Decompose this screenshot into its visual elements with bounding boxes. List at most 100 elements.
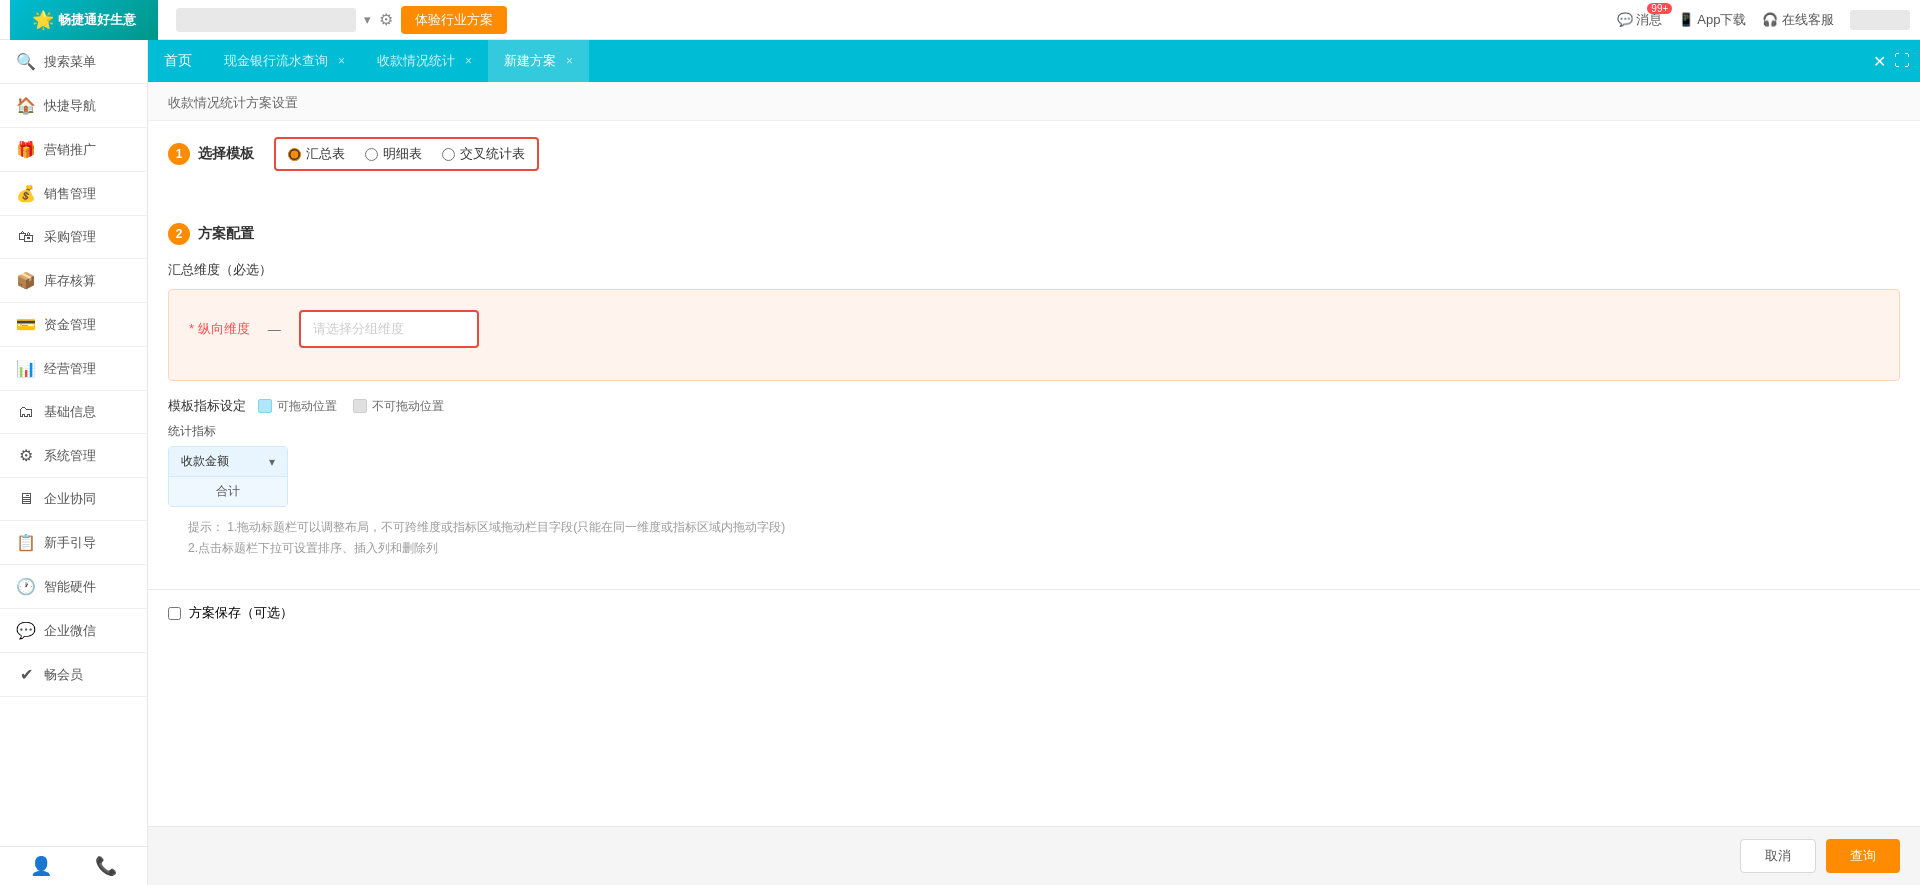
download-icon: 📱 (1678, 12, 1694, 27)
tab-bar-right: ✕ ⛶ (1873, 52, 1920, 71)
sidebar-item-enterprise-collab[interactable]: 🖥 企业协同 (0, 478, 147, 521)
sidebar-label-base-info: 基础信息 (44, 403, 96, 421)
radio-crosstab-label: 交叉统计表 (460, 145, 525, 163)
search-bar[interactable] (176, 8, 356, 32)
tab-cash-bank-close[interactable]: × (338, 54, 345, 68)
message-icon: 💬 (1617, 12, 1633, 27)
radio-detail[interactable]: 明细表 (365, 145, 422, 163)
sidebar-label-inventory: 库存核算 (44, 272, 96, 290)
tab-collection-stat[interactable]: 收款情况统计 × (361, 40, 488, 82)
sidebar-item-sales[interactable]: 💰 销售管理 (0, 172, 147, 216)
footer-save: 方案保存（可选） (148, 589, 1920, 636)
tab-cash-bank[interactable]: 现金银行流水查询 × (208, 40, 361, 82)
sidebar-label-smart-hardware: 智能硬件 (44, 578, 96, 596)
notification-label: 消息 (1636, 12, 1662, 27)
sidebar-bottom-icon1[interactable]: 👤 (30, 855, 52, 877)
online-service[interactable]: 🎧 在线客服 (1762, 11, 1834, 29)
app-download[interactable]: 📱 App下载 (1678, 11, 1746, 29)
page-header: 收款情况统计方案设置 (148, 82, 1920, 121)
sidebar: 🔍 搜索菜单 🏠 快捷导航 🎁 营销推广 💰 销售管理 🛍 采购管理 📦 库存核… (0, 40, 148, 885)
sidebar-item-enterprise-wechat[interactable]: 💬 企业微信 (0, 609, 147, 653)
step1-section: 1 选择模板 汇总表 明细表 (148, 121, 1920, 203)
service-label: 在线客服 (1782, 12, 1834, 27)
radio-summary-label: 汇总表 (306, 145, 345, 163)
tips-section: 提示： 1.拖动标题栏可以调整布局，不可跨维度或指标区域拖动栏目字段(只能在同一… (168, 507, 1900, 573)
page-content: 收款情况统计方案设置 1 选择模板 汇总表 (148, 82, 1920, 826)
sidebar-label-newbie-guide: 新手引导 (44, 534, 96, 552)
tab-new-scheme-close[interactable]: × (566, 54, 573, 68)
sidebar-item-member[interactable]: ✔ 畅会员 (0, 653, 147, 697)
radio-crosstab[interactable]: 交叉统计表 (442, 145, 525, 163)
sidebar-label-search-menu: 搜索菜单 (44, 53, 96, 71)
sidebar-label-system: 系统管理 (44, 447, 96, 465)
dropdown-icon[interactable]: ▾ (364, 12, 371, 27)
sidebar-label-quick-nav: 快捷导航 (44, 97, 96, 115)
sidebar-bottom-icon2[interactable]: 📞 (95, 855, 117, 877)
radio-detail-label: 明细表 (383, 145, 422, 163)
sidebar-item-search-menu[interactable]: 🔍 搜索菜单 (0, 40, 147, 84)
step1-row: 1 选择模板 汇总表 明细表 (168, 137, 1900, 171)
page-inner: 收款情况统计方案设置 1 选择模板 汇总表 (148, 82, 1920, 826)
dimension-section: 汇总维度（必选） * 纵向维度 — 请选择分组维度 (168, 261, 1900, 381)
user-avatar[interactable] (1850, 10, 1910, 30)
dim-selector[interactable]: 请选择分组维度 (299, 310, 479, 348)
download-label: App下载 (1697, 12, 1746, 27)
sidebar-item-smart-hardware[interactable]: 🕐 智能硬件 (0, 565, 147, 609)
tab-collection-stat-close[interactable]: × (465, 54, 472, 68)
draggable-label: 可拖动位置 (277, 398, 337, 415)
sidebar-label-enterprise-wechat: 企业微信 (44, 622, 96, 640)
cancel-button[interactable]: 取消 (1740, 839, 1816, 873)
tab-home[interactable]: 首页 (148, 40, 208, 82)
radio-summary[interactable]: 汇总表 (288, 145, 345, 163)
metrics-table-header[interactable]: 收款金额 ▾ (169, 447, 287, 477)
system-icon: ⚙ (16, 446, 36, 465)
sidebar-label-marketing: 营销推广 (44, 141, 96, 159)
sidebar-item-finance[interactable]: 💳 资金管理 (0, 303, 147, 347)
sidebar-item-base-info[interactable]: 🗂 基础信息 (0, 391, 147, 434)
sidebar-label-operations: 经营管理 (44, 360, 96, 378)
trial-industry-btn[interactable]: 体验行业方案 (401, 6, 507, 34)
dimension-area: * 纵向维度 — 请选择分组维度 (168, 289, 1900, 381)
header-left: 🌟 畅捷通好生意 ▾ ⚙ 体验行业方案 (10, 0, 507, 40)
notification-area[interactable]: 💬 消息 99+ (1617, 11, 1663, 29)
metrics-section-title: 模板指标设定 (168, 397, 246, 415)
metrics-header-row: 模板指标设定 可拖动位置 不可拖动位置 (168, 397, 1900, 415)
sidebar-label-sales: 销售管理 (44, 185, 96, 203)
sidebar-label-member: 畅会员 (44, 666, 83, 684)
sidebar-item-inventory[interactable]: 📦 库存核算 (0, 259, 147, 303)
tab-close-all-icon[interactable]: ✕ (1873, 52, 1886, 71)
member-icon: ✔ (16, 665, 36, 684)
step1-number: 1 (168, 143, 190, 165)
tab-cash-bank-label: 现金银行流水查询 (224, 52, 328, 70)
marketing-icon: 🎁 (16, 140, 36, 159)
enterprise-collab-icon: 🖥 (16, 490, 36, 508)
query-button[interactable]: 查询 (1826, 839, 1900, 873)
smart-hardware-icon: 🕐 (16, 577, 36, 596)
tab-home-label: 首页 (164, 52, 192, 70)
radio-crosstab-input[interactable] (442, 148, 455, 161)
metric-name: 收款金额 (181, 453, 229, 470)
logo-icon: 🌟 (32, 9, 54, 31)
sidebar-label-enterprise-collab: 企业协同 (44, 490, 96, 508)
metrics-section-subtitle: 统计指标 (168, 423, 1900, 440)
step2-number: 2 (168, 223, 190, 245)
vertical-dim-label: * 纵向维度 (189, 320, 250, 338)
radio-summary-input[interactable] (288, 148, 301, 161)
sidebar-item-quick-nav[interactable]: 🏠 快捷导航 (0, 84, 147, 128)
sidebar-item-marketing[interactable]: 🎁 营销推广 (0, 128, 147, 172)
metric-dropdown-icon[interactable]: ▾ (269, 455, 275, 469)
finance-icon: 💳 (16, 315, 36, 334)
bottom-actions: 取消 查询 (148, 826, 1920, 885)
tab-fullscreen-icon[interactable]: ⛶ (1894, 52, 1910, 70)
gear-settings[interactable]: ⚙ (379, 10, 393, 29)
save-checkbox[interactable] (168, 607, 181, 620)
search-menu-icon: 🔍 (16, 52, 36, 71)
top-header: 🌟 畅捷通好生意 ▾ ⚙ 体验行业方案 💬 消息 99+ 📱 App下载 🎧 在… (0, 0, 1920, 40)
radio-detail-input[interactable] (365, 148, 378, 161)
tab-new-scheme[interactable]: 新建方案 × (488, 40, 589, 82)
sidebar-item-newbie-guide[interactable]: 📋 新手引导 (0, 521, 147, 565)
sidebar-item-operations[interactable]: 📊 经营管理 (0, 347, 147, 391)
sidebar-bottom: 👤 📞 (0, 846, 147, 885)
sidebar-item-system[interactable]: ⚙ 系统管理 (0, 434, 147, 478)
sidebar-item-purchase[interactable]: 🛍 采购管理 (0, 216, 147, 259)
